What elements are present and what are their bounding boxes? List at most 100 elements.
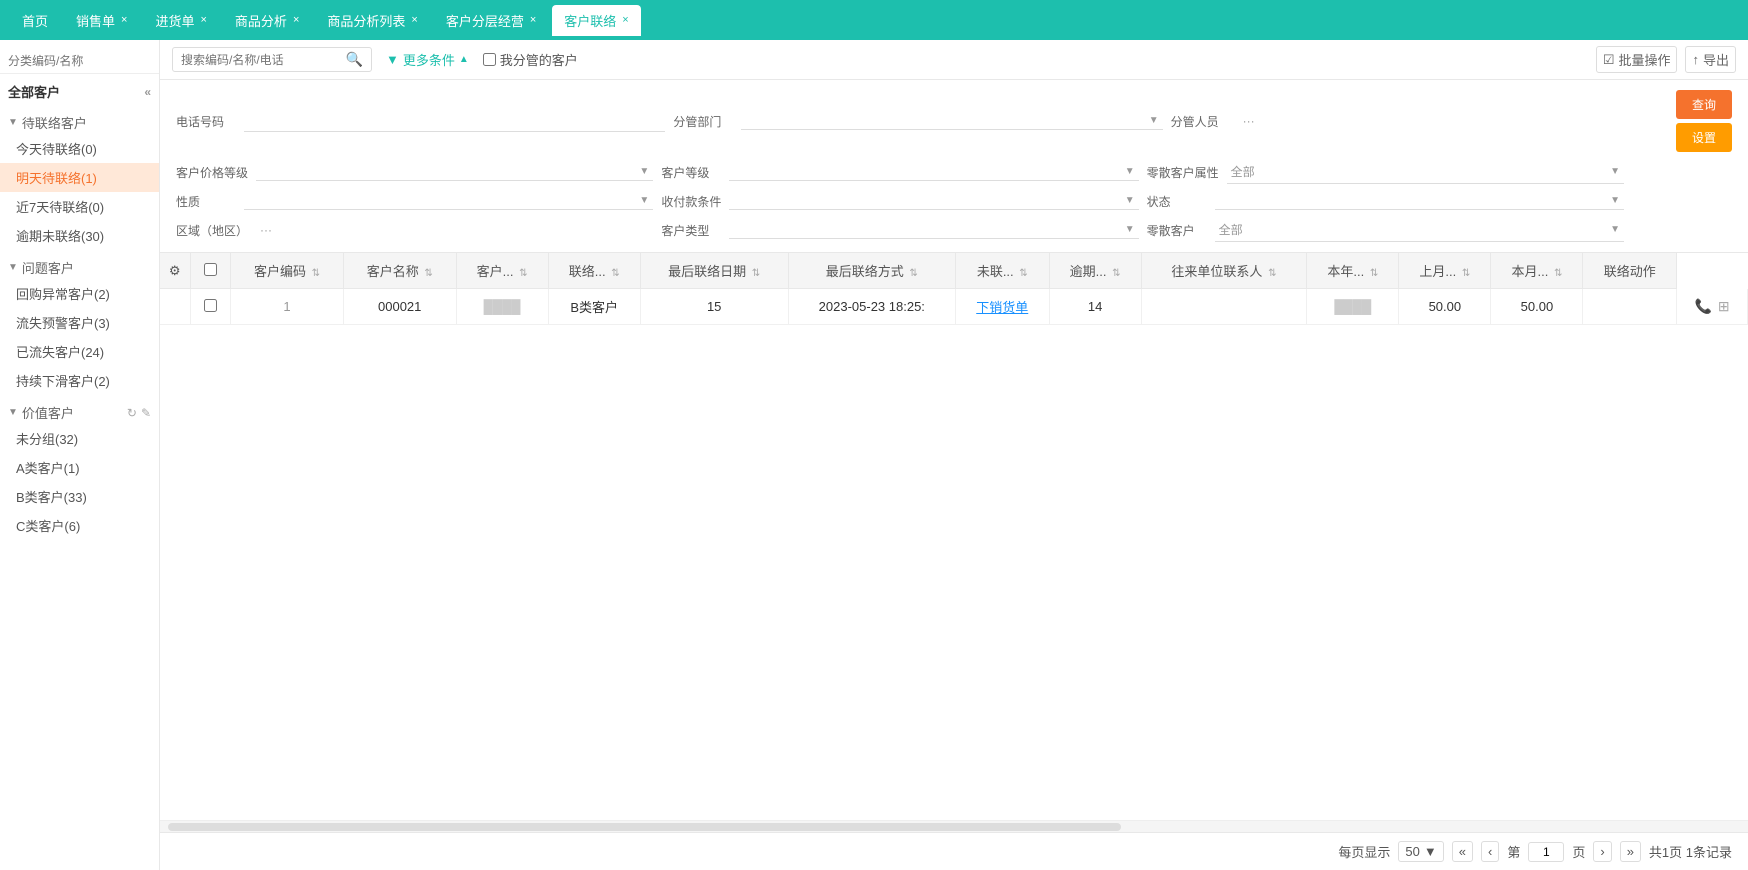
sort-icon-ovd: ⇅ [1112, 268, 1120, 279]
export-btn[interactable]: ↑ 导出 [1685, 46, 1736, 73]
my-customers-checkbox-label[interactable]: 我分管的客户 [483, 50, 578, 69]
value-group-edit[interactable]: ✎ [141, 406, 151, 420]
action-grid-icon[interactable]: ⊞ [1718, 298, 1730, 315]
scroll-bar[interactable] [168, 823, 1121, 831]
filter-payment-select[interactable]: ▼ [729, 192, 1138, 210]
nav-close-product-analysis[interactable]: × [293, 14, 299, 26]
sidebar-item-tomorrow[interactable]: 明天待联络(1) [0, 163, 159, 192]
nav-close-customer-tier[interactable]: × [530, 14, 536, 26]
my-customers-checkbox[interactable] [483, 53, 496, 66]
sidebar-search-input[interactable] [8, 54, 160, 68]
filter-row-2: 客户价格等级 ▼ 客户等级 ▼ 零散客户属性 全部 [176, 160, 1732, 184]
td-uncontacted: 14 [1049, 289, 1141, 325]
th-settings[interactable]: ⚙ [160, 253, 190, 289]
filter-customer-level-select[interactable]: ▼ [729, 163, 1138, 181]
th-type[interactable]: 客户... ⇅ [456, 253, 548, 289]
filter-person: 分管人员 ··· [1171, 113, 1660, 130]
last-page-btn[interactable]: » [1620, 841, 1641, 862]
th-contact[interactable]: 联络... ⇅ [548, 253, 640, 289]
page-input[interactable] [1528, 842, 1564, 862]
export-icon: ↑ [1692, 52, 1699, 67]
th-code[interactable]: 客户编码 ⇅ [231, 253, 344, 289]
sidebar-item-b-class[interactable]: B类客户(33) [0, 482, 159, 511]
th-checkbox[interactable] [190, 253, 231, 289]
nav-product-analysis-list[interactable]: 商品分析列表 × [315, 5, 429, 36]
nav-purchase[interactable]: 进货单 × [143, 5, 218, 36]
filter-price-level-select[interactable]: ▼ [256, 163, 653, 181]
sidebar-item-churned[interactable]: 已流失客户(24) [0, 337, 159, 366]
th-uncontacted[interactable]: 未联... ⇅ [955, 253, 1049, 289]
th-this-year[interactable]: 本年... ⇅ [1307, 253, 1399, 289]
filter-scatter-attr: 零散客户属性 全部 ▼ [1147, 160, 1624, 184]
filter-status-select[interactable]: ▼ [1215, 192, 1624, 210]
th-last-contact-date[interactable]: 最后联络日期 ⇅ [640, 253, 788, 289]
row-checkbox[interactable] [204, 299, 217, 312]
query-btn[interactable]: 查询 [1676, 90, 1732, 119]
nav-home[interactable]: 首页 [10, 5, 60, 36]
filter-payment: 收付款条件 ▼ [661, 192, 1138, 210]
triangle-icon: ▼ [8, 117, 18, 128]
td-settings [160, 289, 190, 325]
value-group-refresh[interactable]: ↻ [127, 406, 137, 420]
main-search-icon[interactable]: 🔍 [346, 51, 363, 68]
scroll-bar-container [160, 820, 1748, 832]
more-filter-btn[interactable]: ▼ 更多条件 ▲ [380, 47, 475, 72]
page-size-select[interactable]: 50 ▼ [1398, 841, 1443, 862]
filter-scatter-customer-select[interactable]: 全部 ▼ [1215, 218, 1624, 242]
nav-product-analysis[interactable]: 商品分析 × [223, 5, 311, 36]
sidebar-item-declining[interactable]: 持续下滑客户(2) [0, 366, 159, 395]
filter-dept: 分管部门 ▼ [673, 112, 1162, 130]
all-customers-title[interactable]: 全部客户 « [0, 78, 159, 105]
action-phone-icon[interactable]: 📞 [1694, 298, 1711, 315]
td-action: 📞 ⊞ [1677, 289, 1748, 325]
sidebar-search-box[interactable]: 🔍 [0, 48, 159, 74]
sidebar-item-overdue[interactable]: 逾期未联络(30) [0, 221, 159, 250]
prev-page-btn[interactable]: ‹ [1481, 841, 1499, 862]
nav-close-sales[interactable]: × [121, 14, 127, 26]
filter-row-4: 区域（地区） ··· 客户类型 ▼ 零散客户 全部 ▼ [176, 218, 1732, 242]
sidebar-item-repurchase-abnormal[interactable]: 回购异常客户(2) [0, 279, 159, 308]
nav-customer-contact[interactable]: 客户联络 × [552, 5, 640, 36]
filter-region-more[interactable]: ··· [256, 223, 276, 237]
sidebar-item-churn-warning[interactable]: 流失预警客户(3) [0, 308, 159, 337]
th-overdue[interactable]: 逾期... ⇅ [1049, 253, 1141, 289]
sort-icon-lcd: ⇅ [752, 268, 760, 279]
filter-phone: 电话号码 [176, 111, 665, 132]
filter-scatter-customer: 零散客户 全部 ▼ [1147, 218, 1624, 242]
first-page-btn[interactable]: « [1452, 841, 1473, 862]
batch-op-btn[interactable]: ☑ 批量操作 [1596, 46, 1678, 73]
filter-person-more[interactable]: ··· [1239, 114, 1259, 128]
filter-nature-select[interactable]: ▼ [244, 192, 653, 210]
nav-close-purchase[interactable]: × [200, 14, 206, 26]
th-this-month[interactable]: 本月... ⇅ [1491, 253, 1583, 289]
th-action: 联络动作 [1583, 253, 1677, 289]
filter-customer-type-select[interactable]: ▼ [729, 221, 1138, 239]
triangle-icon-2: ▼ [8, 262, 18, 273]
filter-scatter-attr-select[interactable]: 全部 ▼ [1227, 160, 1624, 184]
td-type: B类客户 [548, 289, 640, 325]
filter-phone-input[interactable] [244, 111, 665, 132]
filter-price-level: 客户价格等级 ▼ [176, 163, 653, 181]
select-all-checkbox[interactable] [204, 263, 217, 276]
th-name[interactable]: 客户名称 ⇅ [343, 253, 456, 289]
nav-close-product-analysis-list[interactable]: × [411, 14, 417, 26]
th-last-contact-method[interactable]: 最后联络方式 ⇅ [788, 253, 955, 289]
main-search-box[interactable]: 🔍 [172, 47, 372, 72]
th-last-month[interactable]: 上月... ⇅ [1399, 253, 1491, 289]
next-page-btn[interactable]: › [1593, 841, 1611, 862]
sidebar-item-a-class[interactable]: A类客户(1) [0, 453, 159, 482]
page-size-arrow: ▼ [1424, 844, 1437, 859]
th-unit-contact[interactable]: 往来单位联系人 ⇅ [1141, 253, 1307, 289]
set-btn[interactable]: 设置 [1676, 123, 1732, 152]
sidebar-item-c-class[interactable]: C类客户(6) [0, 511, 159, 540]
nav-close-customer-contact[interactable]: × [622, 14, 628, 26]
td-checkbox[interactable] [190, 289, 231, 325]
filter-dept-select[interactable]: ▼ [741, 112, 1162, 130]
nav-sales[interactable]: 销售单 × [64, 5, 139, 36]
td-last-contact-method[interactable]: 下销货单 [955, 289, 1049, 325]
main-search-input[interactable] [181, 53, 346, 67]
sidebar-item-ungrouped[interactable]: 未分组(32) [0, 424, 159, 453]
nav-customer-tier[interactable]: 客户分层经营 × [434, 5, 548, 36]
sidebar-item-today[interactable]: 今天待联络(0) [0, 134, 159, 163]
sidebar-item-7days[interactable]: 近7天待联络(0) [0, 192, 159, 221]
